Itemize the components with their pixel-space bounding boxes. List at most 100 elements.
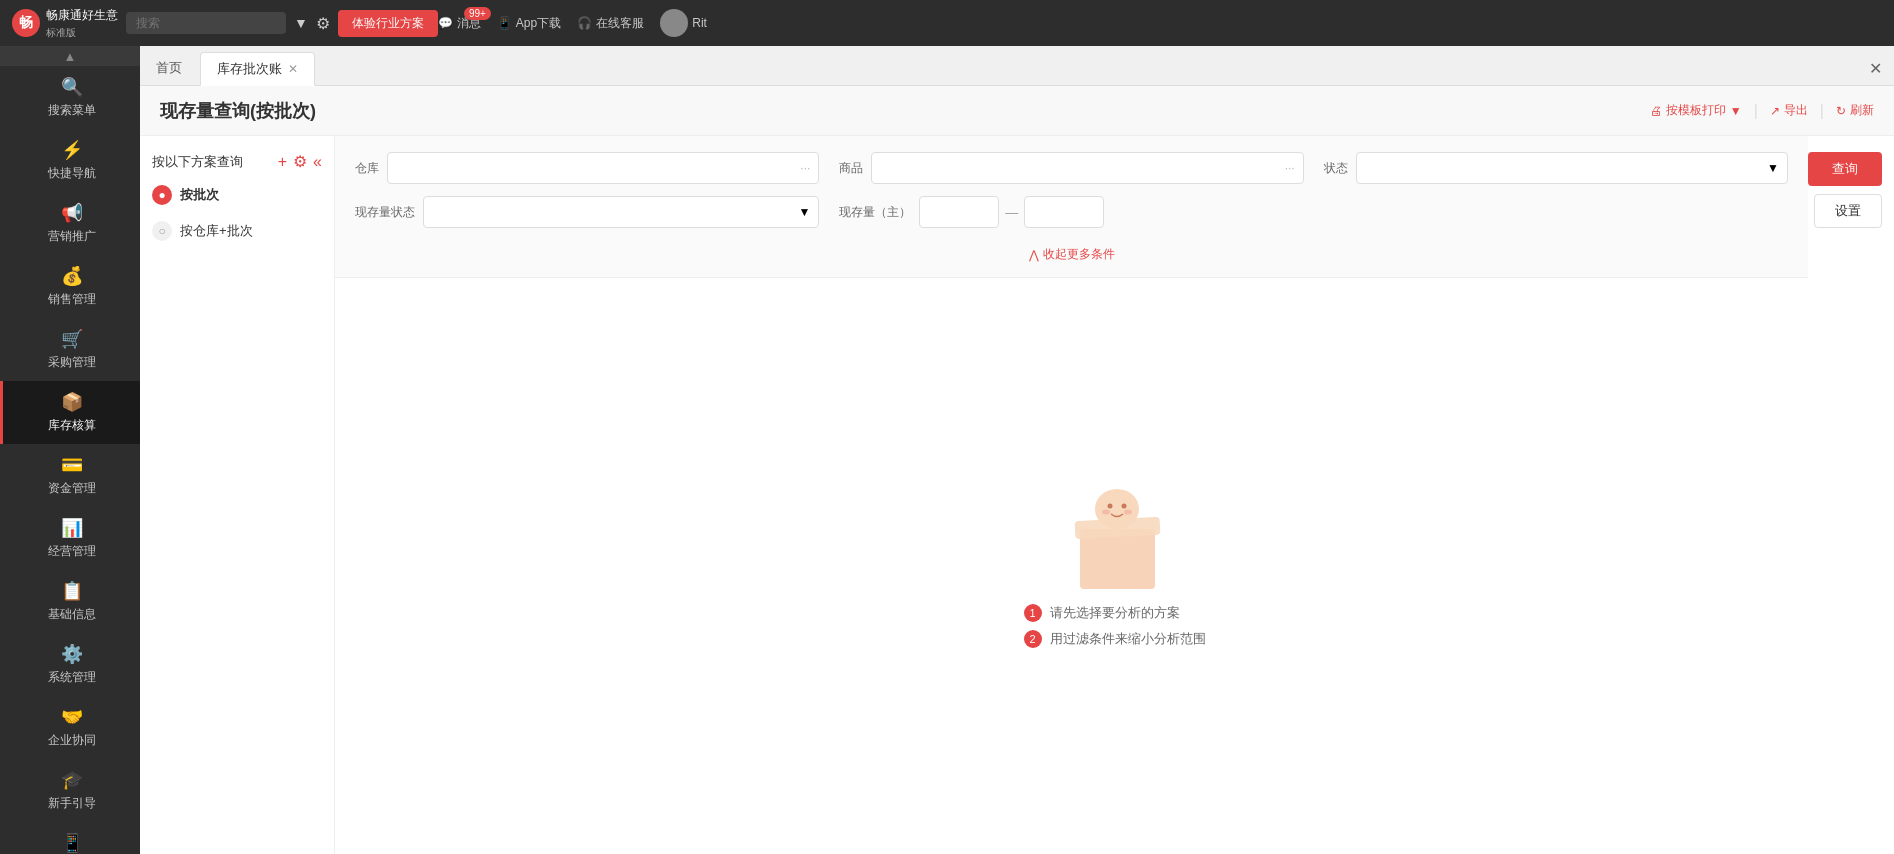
filter-group-stock-quantity: 现存量（主） — bbox=[839, 196, 1303, 228]
tab-inventory-batch[interactable]: 库存批次账 ✕ bbox=[200, 52, 315, 86]
sidebar-item-label: 企业协同 bbox=[48, 732, 96, 749]
app-download-btn[interactable]: 📱 App下载 bbox=[497, 15, 561, 32]
tab-close-all-btn[interactable]: ✕ bbox=[1857, 51, 1894, 85]
plan-inactive-icon: ○ bbox=[152, 221, 172, 241]
filter-row-2: 现存量状态 ▼ 现存量（主） bbox=[355, 196, 1788, 228]
sidebar-item-search-menu[interactable]: 🔍 搜索菜单 bbox=[0, 66, 140, 129]
header-settings-btn[interactable]: ⚙ bbox=[316, 14, 330, 33]
warehouse-input[interactable]: ··· bbox=[387, 152, 819, 184]
tab-close-btn[interactable]: ✕ bbox=[288, 62, 298, 76]
search-input[interactable] bbox=[126, 12, 286, 34]
sidebar-item-apps[interactable]: 📱 应用中心 bbox=[0, 822, 140, 854]
plan-label-by-warehouse-batch: 按仓库+批次 bbox=[180, 222, 253, 240]
collapse-btn[interactable]: ⋀ 收起更多条件 bbox=[355, 240, 1788, 269]
product-more-icon: ··· bbox=[1285, 161, 1295, 175]
print-icon: 🖨 bbox=[1650, 104, 1662, 118]
sidebar-item-marketing[interactable]: 📢 营销推广 bbox=[0, 192, 140, 255]
plan-add-btn[interactable]: + bbox=[278, 152, 287, 171]
logo-area: 畅 畅康通好生意 标准版 bbox=[12, 7, 118, 40]
left-panel-actions: + ⚙ « bbox=[278, 152, 322, 171]
messages-badge: 99+ bbox=[464, 7, 491, 20]
header-right: 💬 消息 99+ 📱 App下载 🎧 在线客服 Rit bbox=[438, 9, 707, 37]
status-select[interactable]: ▼ bbox=[1356, 152, 1788, 184]
refresh-btn[interactable]: ↻ 刷新 bbox=[1836, 102, 1874, 119]
system-icon: ⚙️ bbox=[61, 643, 83, 665]
sidebar-item-enterprise[interactable]: 🤝 企业协同 bbox=[0, 696, 140, 759]
online-service-btn[interactable]: 🎧 在线客服 bbox=[577, 15, 644, 32]
enterprise-icon: 🤝 bbox=[61, 706, 83, 728]
tab-home-label: 首页 bbox=[156, 59, 182, 77]
purchase-icon: 🛒 bbox=[61, 328, 83, 350]
sidebar: ▲ 🔍 搜索菜单 ⚡ 快捷导航 📢 营销推广 💰 销售管理 🛒 采购管理 📦 库… bbox=[0, 46, 140, 854]
user-name: Rit bbox=[692, 16, 707, 30]
sidebar-item-purchase[interactable]: 🛒 采购管理 bbox=[0, 318, 140, 381]
hint-2-num: 2 bbox=[1024, 630, 1042, 648]
status-dropdown-icon: ▼ bbox=[1767, 161, 1779, 175]
filter-group-warehouse: 仓库 ··· bbox=[355, 152, 819, 184]
separator: | bbox=[1754, 102, 1758, 120]
sidebar-item-operation[interactable]: 📊 经营管理 bbox=[0, 507, 140, 570]
status-label: 状态 bbox=[1324, 160, 1348, 177]
stock-status-select[interactable]: ▼ bbox=[423, 196, 819, 228]
stock-quantity-min[interactable] bbox=[919, 196, 999, 228]
sales-icon: 💰 bbox=[61, 265, 83, 287]
print-btn[interactable]: 🖨 按模板打印 ▼ bbox=[1650, 102, 1742, 119]
left-panel-header: 按以下方案查询 + ⚙ « bbox=[140, 146, 334, 177]
page-actions: 🖨 按模板打印 ▼ | ↗ 导出 | ↻ 刷新 bbox=[1650, 102, 1874, 120]
print-dropdown-icon: ▼ bbox=[1730, 104, 1742, 118]
range-separator: — bbox=[1005, 205, 1018, 220]
plan-settings-btn[interactable]: ⚙ bbox=[293, 152, 307, 171]
top-header: 畅 畅康通好生意 标准版 ▼ ⚙ 体验行业方案 💬 消息 99+ 📱 App下载… bbox=[0, 0, 1894, 46]
query-btn[interactable]: 查询 bbox=[1808, 152, 1882, 186]
sidebar-item-quick-nav[interactable]: ⚡ 快捷导航 bbox=[0, 129, 140, 192]
messages-btn[interactable]: 💬 消息 99+ bbox=[438, 15, 481, 32]
sidebar-item-label: 资金管理 bbox=[48, 480, 96, 497]
sidebar-item-label: 新手引导 bbox=[48, 795, 96, 812]
plan-label-by-batch: 按批次 bbox=[180, 186, 219, 204]
logo-icon: 畅 bbox=[12, 9, 40, 37]
plan-item-by-batch[interactable]: ● 按批次 bbox=[140, 177, 334, 213]
main-layout: ▲ 🔍 搜索菜单 ⚡ 快捷导航 📢 营销推广 💰 销售管理 🛒 采购管理 📦 库… bbox=[0, 46, 1894, 854]
page-title: 现存量查询(按批次) bbox=[160, 99, 1650, 123]
tab-home[interactable]: 首页 bbox=[140, 51, 198, 85]
sidebar-item-system[interactable]: ⚙️ 系统管理 bbox=[0, 633, 140, 696]
hint-1-text: 请先选择要分析的方案 bbox=[1050, 604, 1180, 622]
sidebar-scroll-up[interactable]: ▲ bbox=[0, 46, 140, 66]
finance-icon: 💳 bbox=[61, 454, 83, 476]
empty-state: 1 请先选择要分析的方案 2 用过滤条件来缩小分析范围 bbox=[335, 278, 1894, 854]
marketing-icon: 📢 bbox=[61, 202, 83, 224]
plan-item-by-warehouse-batch[interactable]: ○ 按仓库+批次 bbox=[140, 213, 334, 249]
left-panel-title: 按以下方案查询 bbox=[152, 153, 243, 171]
empty-hint-2: 2 用过滤条件来缩小分析范围 bbox=[1024, 630, 1206, 648]
sidebar-item-sales[interactable]: 💰 销售管理 bbox=[0, 255, 140, 318]
filter-settings-btn[interactable]: 设置 bbox=[1814, 194, 1882, 228]
page-header: 现存量查询(按批次) 🖨 按模板打印 ▼ | ↗ 导出 | ↻ bbox=[140, 86, 1894, 136]
filter-row-1: 仓库 ··· 商品 ··· bbox=[355, 152, 1788, 184]
newbie-icon: 🎓 bbox=[61, 769, 83, 791]
sidebar-item-inventory[interactable]: 📦 库存核算 bbox=[0, 381, 140, 444]
sidebar-item-label: 基础信息 bbox=[48, 606, 96, 623]
tab-inventory-batch-label: 库存批次账 bbox=[217, 60, 282, 78]
sidebar-item-basics[interactable]: 📋 基础信息 bbox=[0, 570, 140, 633]
basics-icon: 📋 bbox=[61, 580, 83, 602]
product-input[interactable]: ··· bbox=[871, 152, 1303, 184]
user-area[interactable]: Rit bbox=[660, 9, 707, 37]
search-dropdown-btn[interactable]: ▼ bbox=[294, 15, 308, 31]
export-btn[interactable]: ↗ 导出 bbox=[1770, 102, 1808, 119]
trial-btn[interactable]: 体验行业方案 bbox=[338, 10, 438, 37]
filter-group-status: 状态 ▼ bbox=[1324, 152, 1788, 184]
warehouse-more-icon: ··· bbox=[800, 161, 810, 175]
sidebar-item-newbie[interactable]: 🎓 新手引导 bbox=[0, 759, 140, 822]
sidebar-item-finance[interactable]: 💳 资金管理 bbox=[0, 444, 140, 507]
filter-group-stock-status: 现存量状态 ▼ bbox=[355, 196, 819, 228]
filter-group-product: 商品 ··· bbox=[839, 152, 1303, 184]
svg-point-6 bbox=[1124, 510, 1132, 515]
btn-group: 查询 设置 bbox=[1808, 136, 1894, 228]
sidebar-item-label: 系统管理 bbox=[48, 669, 96, 686]
stock-quantity-max[interactable] bbox=[1024, 196, 1104, 228]
quick-nav-icon: ⚡ bbox=[61, 139, 83, 161]
plan-collapse-btn[interactable]: « bbox=[313, 152, 322, 171]
export-icon: ↗ bbox=[1770, 104, 1780, 118]
product-label: 商品 bbox=[839, 160, 863, 177]
svg-point-2 bbox=[1095, 489, 1139, 529]
